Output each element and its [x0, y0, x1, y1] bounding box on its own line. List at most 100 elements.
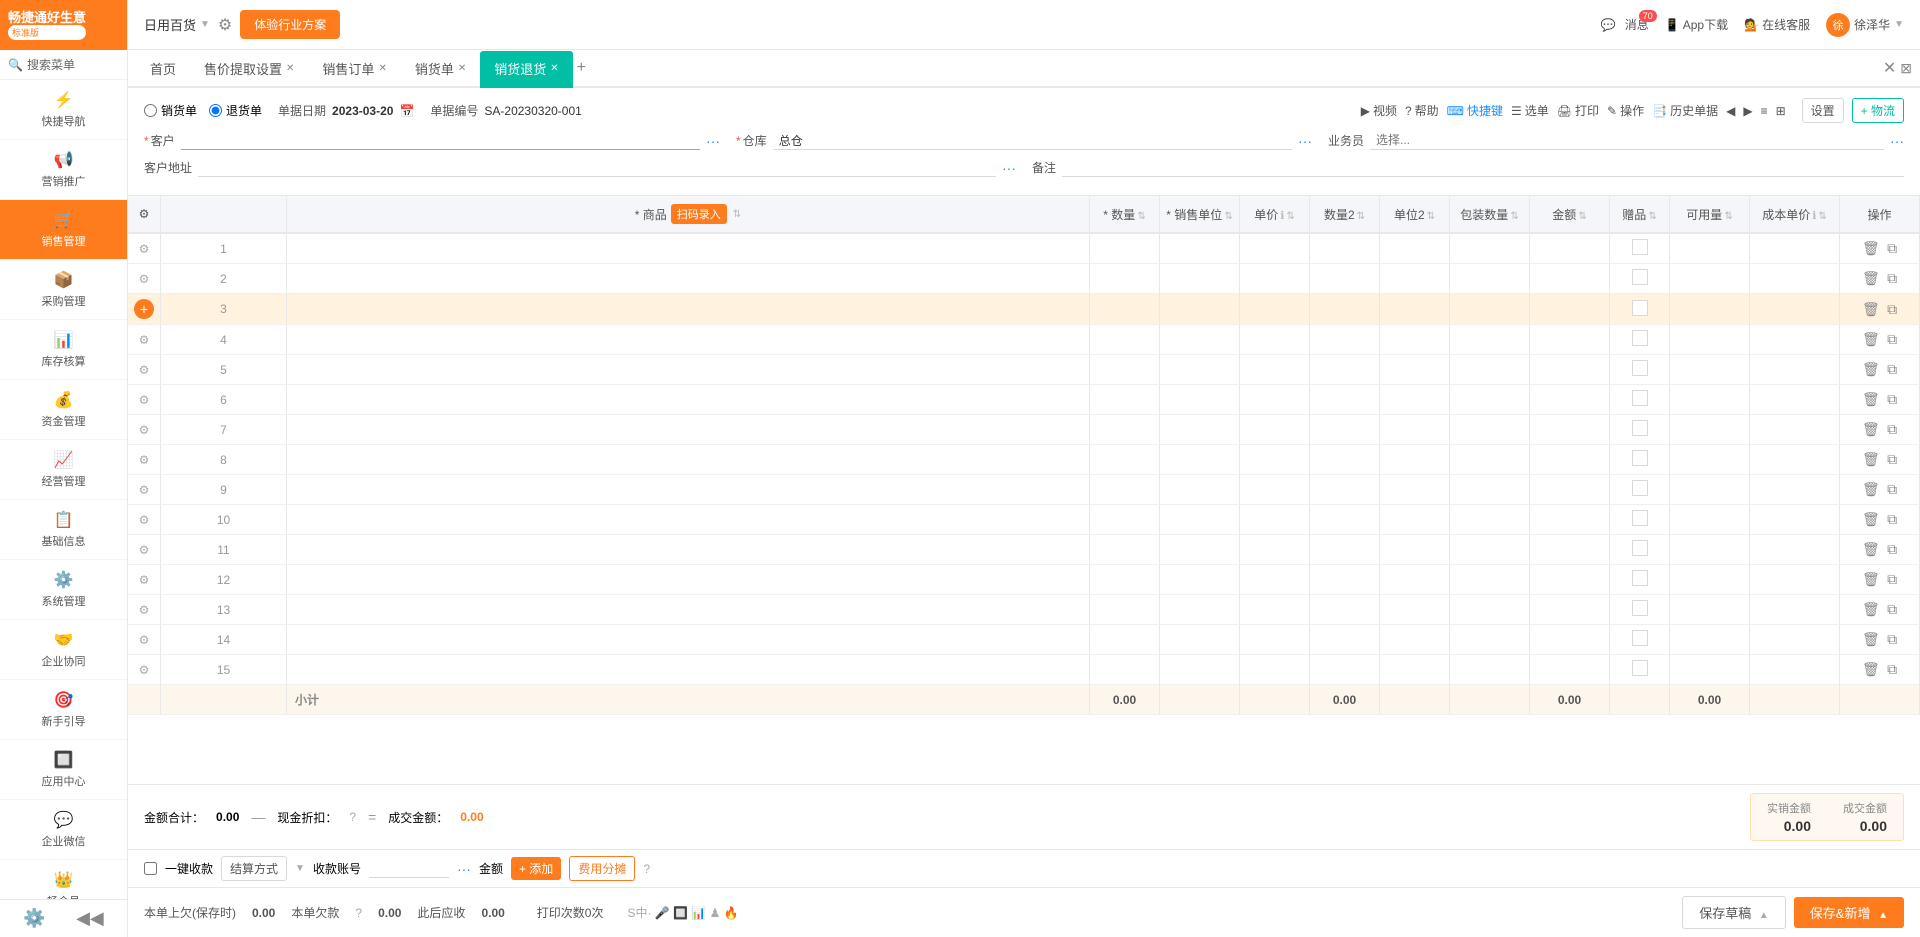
- row-price[interactable]: [1240, 625, 1310, 655]
- tab-home[interactable]: 首页: [136, 51, 190, 88]
- product-input[interactable]: [293, 363, 1083, 377]
- row-avail[interactable]: [1670, 294, 1750, 325]
- product-input[interactable]: [293, 543, 1083, 557]
- row-pkg[interactable]: [1450, 294, 1530, 325]
- row-qty2[interactable]: [1310, 385, 1380, 415]
- gift-checkbox[interactable]: [1632, 660, 1648, 676]
- row-price[interactable]: [1240, 535, 1310, 565]
- warehouse-input[interactable]: [773, 131, 1292, 150]
- row-gear-icon[interactable]: ⚙: [139, 483, 150, 497]
- online-service[interactable]: 💁 在线客服: [1744, 16, 1810, 33]
- delete-row-btn[interactable]: 🗑: [1862, 541, 1880, 557]
- row-unit[interactable]: [1160, 385, 1240, 415]
- row-amount[interactable]: [1530, 355, 1610, 385]
- row-qty[interactable]: [1090, 565, 1160, 595]
- row-pkg[interactable]: [1450, 505, 1530, 535]
- row-qty2[interactable]: [1310, 294, 1380, 325]
- logistics-btn[interactable]: + 物流: [1852, 98, 1904, 123]
- row-unit2[interactable]: [1380, 475, 1450, 505]
- gift-checkbox[interactable]: [1632, 540, 1648, 556]
- row-product[interactable]: [286, 264, 1089, 294]
- row-price[interactable]: [1240, 445, 1310, 475]
- product-input[interactable]: [293, 513, 1083, 527]
- row-product[interactable]: [286, 294, 1089, 325]
- row-qty[interactable]: [1090, 475, 1160, 505]
- row-gear-icon[interactable]: ⚙: [139, 393, 150, 407]
- add-row-btn[interactable]: +: [134, 299, 154, 319]
- row-qty[interactable]: [1090, 355, 1160, 385]
- row-qty[interactable]: [1090, 385, 1160, 415]
- row-gear-icon[interactable]: ⚙: [139, 242, 150, 256]
- row-gear-icon[interactable]: ⚙: [139, 513, 150, 527]
- row-amount[interactable]: [1530, 415, 1610, 445]
- unit-sort-icon[interactable]: ⇅: [1224, 211, 1232, 222]
- row-pkg[interactable]: [1450, 655, 1530, 685]
- row-avail[interactable]: [1670, 475, 1750, 505]
- row-product[interactable]: [286, 445, 1089, 475]
- row-pkg[interactable]: [1450, 625, 1530, 655]
- row-gear-icon[interactable]: ⚙: [139, 333, 150, 347]
- row-avail[interactable]: [1670, 655, 1750, 685]
- row-amount[interactable]: [1530, 505, 1610, 535]
- address-dots[interactable]: ···: [1002, 160, 1016, 176]
- row-pkg[interactable]: [1450, 535, 1530, 565]
- row-amount[interactable]: [1530, 565, 1610, 595]
- row-pkg[interactable]: [1450, 595, 1530, 625]
- tab-sales-order-close[interactable]: ✕: [378, 63, 386, 74]
- row-qty2[interactable]: [1310, 325, 1380, 355]
- sidebar-item-marketing[interactable]: 📢 营销推广: [0, 140, 127, 200]
- row-cost[interactable]: [1750, 595, 1840, 625]
- row-unit2[interactable]: [1380, 325, 1450, 355]
- row-pkg[interactable]: [1450, 325, 1530, 355]
- row-amount[interactable]: [1530, 475, 1610, 505]
- sidebar-item-weixin[interactable]: 💬 企业微信: [0, 800, 127, 860]
- row-gift[interactable]: [1610, 595, 1670, 625]
- row-avail[interactable]: [1670, 385, 1750, 415]
- tab-add-icon[interactable]: +: [577, 59, 586, 77]
- radio-sale[interactable]: 销货单: [144, 102, 197, 119]
- select-btn[interactable]: ☰ 选单: [1511, 102, 1549, 119]
- shortcut-btn[interactable]: ⌨ 快捷键: [1447, 102, 1503, 119]
- sidebar-item-appstore[interactable]: 🔲 应用中心: [0, 740, 127, 800]
- row-pkg[interactable]: [1450, 233, 1530, 264]
- operation-btn[interactable]: ✎ 操作: [1607, 102, 1644, 119]
- row-qty[interactable]: [1090, 655, 1160, 685]
- sidebar-item-base[interactable]: 📋 基础信息: [0, 500, 127, 560]
- product-input[interactable]: [293, 633, 1083, 647]
- row-product[interactable]: [286, 505, 1089, 535]
- sidebar-item-member[interactable]: 👑 畅会员: [0, 860, 127, 899]
- copy-row-btn[interactable]: ⧉: [1887, 391, 1897, 407]
- row-product[interactable]: [286, 415, 1089, 445]
- row-avail[interactable]: [1670, 505, 1750, 535]
- row-unit[interactable]: [1160, 535, 1240, 565]
- delete-row-btn[interactable]: 🗑: [1862, 481, 1880, 497]
- prev-btn[interactable]: ◀: [1726, 104, 1735, 118]
- row-gear[interactable]: ⚙: [128, 264, 161, 294]
- gift-checkbox[interactable]: [1632, 510, 1648, 526]
- row-amount[interactable]: [1530, 264, 1610, 294]
- row-avail[interactable]: [1670, 625, 1750, 655]
- delete-row-btn[interactable]: 🗑: [1862, 270, 1880, 286]
- row-qty2[interactable]: [1310, 445, 1380, 475]
- single-debt-icon[interactable]: ?: [355, 906, 362, 920]
- row-amount[interactable]: [1530, 385, 1610, 415]
- draft-dropdown-icon[interactable]: ▲: [1759, 910, 1769, 921]
- row-cost[interactable]: [1750, 264, 1840, 294]
- copy-row-btn[interactable]: ⧉: [1887, 270, 1897, 286]
- copy-row-btn[interactable]: ⧉: [1887, 511, 1897, 527]
- copy-row-btn[interactable]: ⧉: [1887, 661, 1897, 677]
- row-unit2[interactable]: [1380, 595, 1450, 625]
- gift-checkbox[interactable]: [1632, 570, 1648, 586]
- row-price[interactable]: [1240, 264, 1310, 294]
- row-unit[interactable]: [1160, 294, 1240, 325]
- delete-row-btn[interactable]: 🗑: [1862, 301, 1880, 317]
- row-cost[interactable]: [1750, 475, 1840, 505]
- row-unit2[interactable]: [1380, 233, 1450, 264]
- row-gift[interactable]: [1610, 445, 1670, 475]
- radio-return[interactable]: 退货单: [209, 102, 262, 119]
- row-product[interactable]: [286, 655, 1089, 685]
- save-new-dropdown-icon[interactable]: ▲: [1878, 910, 1888, 921]
- copy-row-btn[interactable]: ⧉: [1887, 301, 1897, 317]
- gift-checkbox[interactable]: [1632, 390, 1648, 406]
- maximize-icon[interactable]: ⊠: [1900, 60, 1912, 77]
